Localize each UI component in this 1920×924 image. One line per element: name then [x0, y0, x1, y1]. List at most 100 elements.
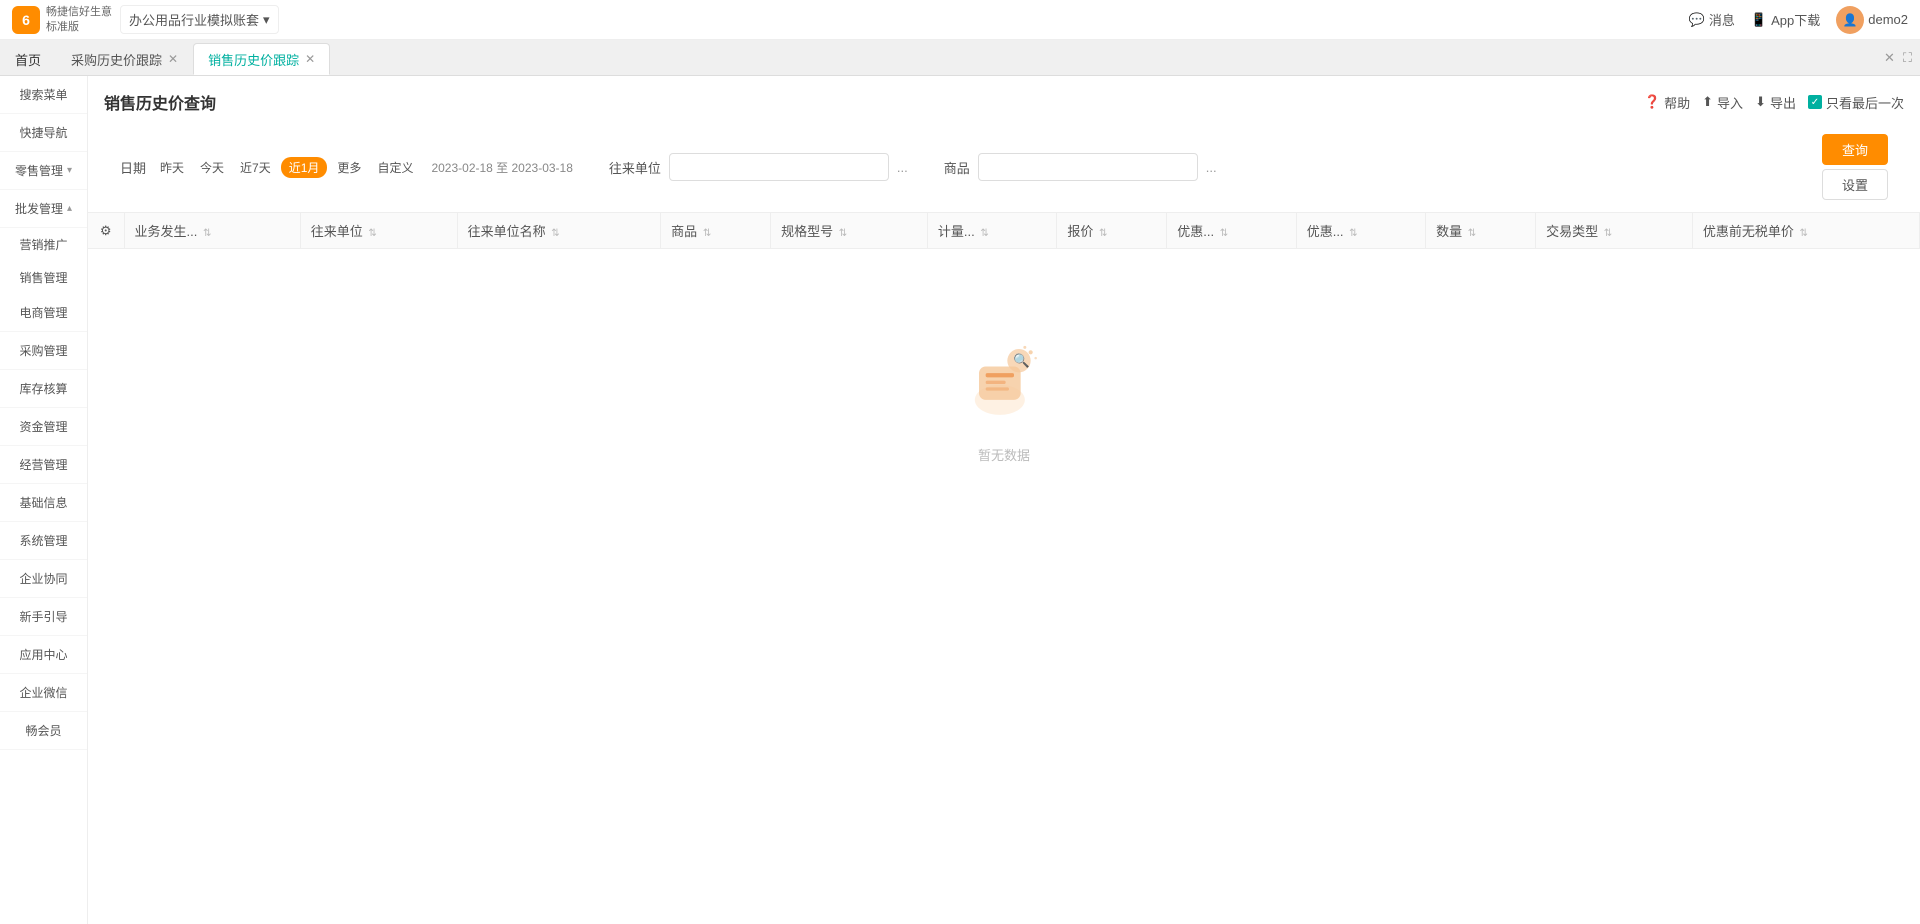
sidebar-item-enterprise-collab[interactable]: 企业协同	[0, 560, 87, 598]
sidebar-vip-member-label: 畅会员	[25, 722, 61, 739]
app-download-button[interactable]: 📱 App下载	[1751, 10, 1820, 29]
tab-sales-close-icon[interactable]: ✕	[305, 53, 315, 65]
sidebar-item-inventory-calc[interactable]: 库存核算	[0, 370, 87, 408]
sidebar-item-operation-mgmt[interactable]: 经营管理	[0, 446, 87, 484]
help-icon: ❓	[1644, 94, 1660, 110]
empty-state: 🔍 暂无数据	[88, 249, 1920, 544]
date-opt-last1month[interactable]: 近1月	[281, 157, 328, 178]
sidebar-item-marketing-promo[interactable]: 营销推广	[0, 228, 87, 261]
fullscreen-icon[interactable]: ⛶	[1903, 50, 1912, 66]
sidebar-item-purchase-mgmt[interactable]: 采购管理	[0, 332, 87, 370]
col-pre-tax-price[interactable]: 优惠前无税单价 ⇅	[1692, 213, 1919, 249]
sidebar-item-new-guide[interactable]: 新手引导	[0, 598, 87, 636]
tab-home[interactable]: 首页	[0, 43, 56, 75]
tab-purchase-history-label: 采购历史价跟踪	[71, 50, 162, 69]
sort-icon: ⇅	[368, 228, 376, 239]
query-button[interactable]: 查询	[1822, 134, 1888, 165]
tab-bar: 首页 采购历史价跟踪 ✕ 销售历史价跟踪 ✕ ✕ ⛶	[0, 40, 1920, 76]
col-trade-type-label: 交易类型	[1546, 224, 1598, 239]
logo-text: 畅捷信好生意 标准版	[46, 5, 112, 34]
sidebar-item-sales-mgmt[interactable]: 销售管理	[0, 261, 87, 294]
sort-icon: ⇅	[1099, 228, 1107, 239]
sidebar-basic-info-label: 基础信息	[19, 494, 67, 511]
sidebar-item-ecommerce-mgmt[interactable]: 电商管理	[0, 294, 87, 332]
export-label: 导出	[1770, 93, 1796, 112]
logo-icon: 6	[12, 6, 40, 34]
col-counterparty-name[interactable]: 往来单位名称 ⇅	[457, 213, 661, 249]
only-last-checkbox[interactable]: ✓ 只看最后一次	[1808, 93, 1904, 112]
col-discount1[interactable]: 优惠... ⇅	[1167, 213, 1296, 249]
col-product[interactable]: 商品 ⇅	[661, 213, 771, 249]
messages-button[interactable]: 💬 消息	[1689, 10, 1735, 29]
help-label: 帮助	[1664, 93, 1690, 112]
date-opt-last7[interactable]: 近7天	[234, 157, 277, 178]
sidebar-item-basic-info[interactable]: 基础信息	[0, 484, 87, 522]
sidebar-item-finance-mgmt[interactable]: 资金管理	[0, 408, 87, 446]
product-input[interactable]	[978, 153, 1198, 181]
sidebar-item-app-center[interactable]: 应用中心	[0, 636, 87, 674]
sidebar-item-enterprise-wechat[interactable]: 企业微信	[0, 674, 87, 712]
export-icon: ⬇	[1755, 94, 1766, 110]
page-title: 销售历史价查询	[104, 90, 216, 114]
import-button[interactable]: ⬆ 导入	[1702, 93, 1743, 112]
sidebar-sales-mgmt-label: 销售管理	[19, 269, 67, 286]
sidebar-quick-nav-label: 快捷导航	[19, 124, 67, 141]
date-opt-yesterday[interactable]: 昨天	[154, 157, 190, 178]
sidebar-marketing-promo-label: 营销推广	[19, 236, 67, 253]
col-counterparty-code[interactable]: 往来单位 ⇅	[300, 213, 457, 249]
tab-purchase-history[interactable]: 采购历史价跟踪 ✕	[56, 43, 193, 75]
counterparty-ellipsis-icon[interactable]: ...	[897, 160, 908, 175]
col-discount1-label: 优惠...	[1177, 224, 1214, 239]
col-counterparty-code-label: 往来单位	[311, 224, 363, 239]
sidebar-item-vip-member[interactable]: 畅会员	[0, 712, 87, 750]
svg-text:🔍: 🔍	[1013, 352, 1030, 368]
sidebar-item-quick-nav[interactable]: 快捷导航	[0, 114, 87, 152]
table-header-row: ⚙ 业务发生... ⇅ 往来单位 ⇅ 往来单位名称	[88, 213, 1920, 249]
page-actions: ❓ 帮助 ⬆ 导入 ⬇ 导出 ✓ 只看最后一次	[1644, 93, 1904, 112]
col-quantity-label: 数量	[1436, 224, 1462, 239]
sidebar-item-retail-mgmt[interactable]: 零售管理 ▾	[0, 152, 87, 190]
message-icon: 💬	[1689, 12, 1705, 28]
sidebar-item-search-menu[interactable]: 搜索菜单	[0, 76, 87, 114]
top-header: 6 畅捷信好生意 标准版 办公用品行业模拟账套 ▾ 💬 消息 📱 App下载 👤…	[0, 0, 1920, 40]
export-button[interactable]: ⬇ 导出	[1755, 93, 1796, 112]
table-container: ⚙ 业务发生... ⇅ 往来单位 ⇅ 往来单位名称	[88, 213, 1920, 924]
settings-button[interactable]: 设置	[1822, 169, 1888, 200]
help-button[interactable]: ❓ 帮助	[1644, 93, 1690, 112]
date-range-text: 2023-02-18 至 2023-03-18	[431, 159, 572, 176]
col-trade-type[interactable]: 交易类型 ⇅	[1536, 213, 1693, 249]
col-discount2-label: 优惠...	[1307, 224, 1344, 239]
tab-purchase-close-icon[interactable]: ✕	[168, 53, 178, 65]
sidebar-ecommerce-mgmt-label: 电商管理	[19, 304, 67, 321]
product-filter-group: 商品 ...	[944, 153, 1217, 181]
sidebar-item-wholesale-mgmt[interactable]: 批发管理 ▴	[0, 190, 87, 228]
sidebar-item-system-mgmt[interactable]: 系统管理	[0, 522, 87, 560]
app-icon: 📱	[1751, 12, 1767, 28]
gear-icon[interactable]: ⚙	[100, 223, 112, 239]
avatar: 👤	[1836, 6, 1864, 34]
counterparty-input[interactable]	[669, 153, 889, 181]
col-quote[interactable]: 报价 ⇅	[1057, 213, 1167, 249]
col-product-label: 商品	[671, 224, 697, 239]
user-area[interactable]: 👤 demo2	[1836, 6, 1908, 34]
page-header: 销售历史价查询 ❓ 帮助 ⬆ 导入 ⬇ 导出 ✓	[88, 76, 1920, 213]
import-icon: ⬆	[1702, 94, 1713, 110]
date-opt-today[interactable]: 今天	[194, 157, 230, 178]
main-layout: 搜索菜单 快捷导航 零售管理 ▾ 批发管理 ▴ 营销推广 销售管理 电商管理 采…	[0, 76, 1920, 924]
sort-icon: ⇅	[203, 228, 211, 239]
col-spec-label: 规格型号	[781, 224, 833, 239]
product-ellipsis-icon[interactable]: ...	[1206, 160, 1217, 175]
col-settings[interactable]: ⚙	[88, 213, 124, 249]
close-all-tabs-icon[interactable]: ✕	[1884, 50, 1895, 66]
col-spec[interactable]: 规格型号 ⇅	[771, 213, 928, 249]
workspace-selector[interactable]: 办公用品行业模拟账套 ▾	[120, 5, 279, 34]
col-unit[interactable]: 计量... ⇅	[927, 213, 1056, 249]
date-opt-custom[interactable]: 自定义	[371, 157, 419, 178]
col-discount2[interactable]: 优惠... ⇅	[1296, 213, 1425, 249]
col-quantity[interactable]: 数量 ⇅	[1426, 213, 1536, 249]
sidebar-purchase-mgmt-label: 采购管理	[19, 342, 67, 359]
date-opt-more[interactable]: 更多	[331, 157, 367, 178]
sidebar-finance-mgmt-label: 资金管理	[19, 418, 67, 435]
tab-sales-history[interactable]: 销售历史价跟踪 ✕	[193, 43, 330, 75]
col-business-date[interactable]: 业务发生... ⇅	[124, 213, 300, 249]
